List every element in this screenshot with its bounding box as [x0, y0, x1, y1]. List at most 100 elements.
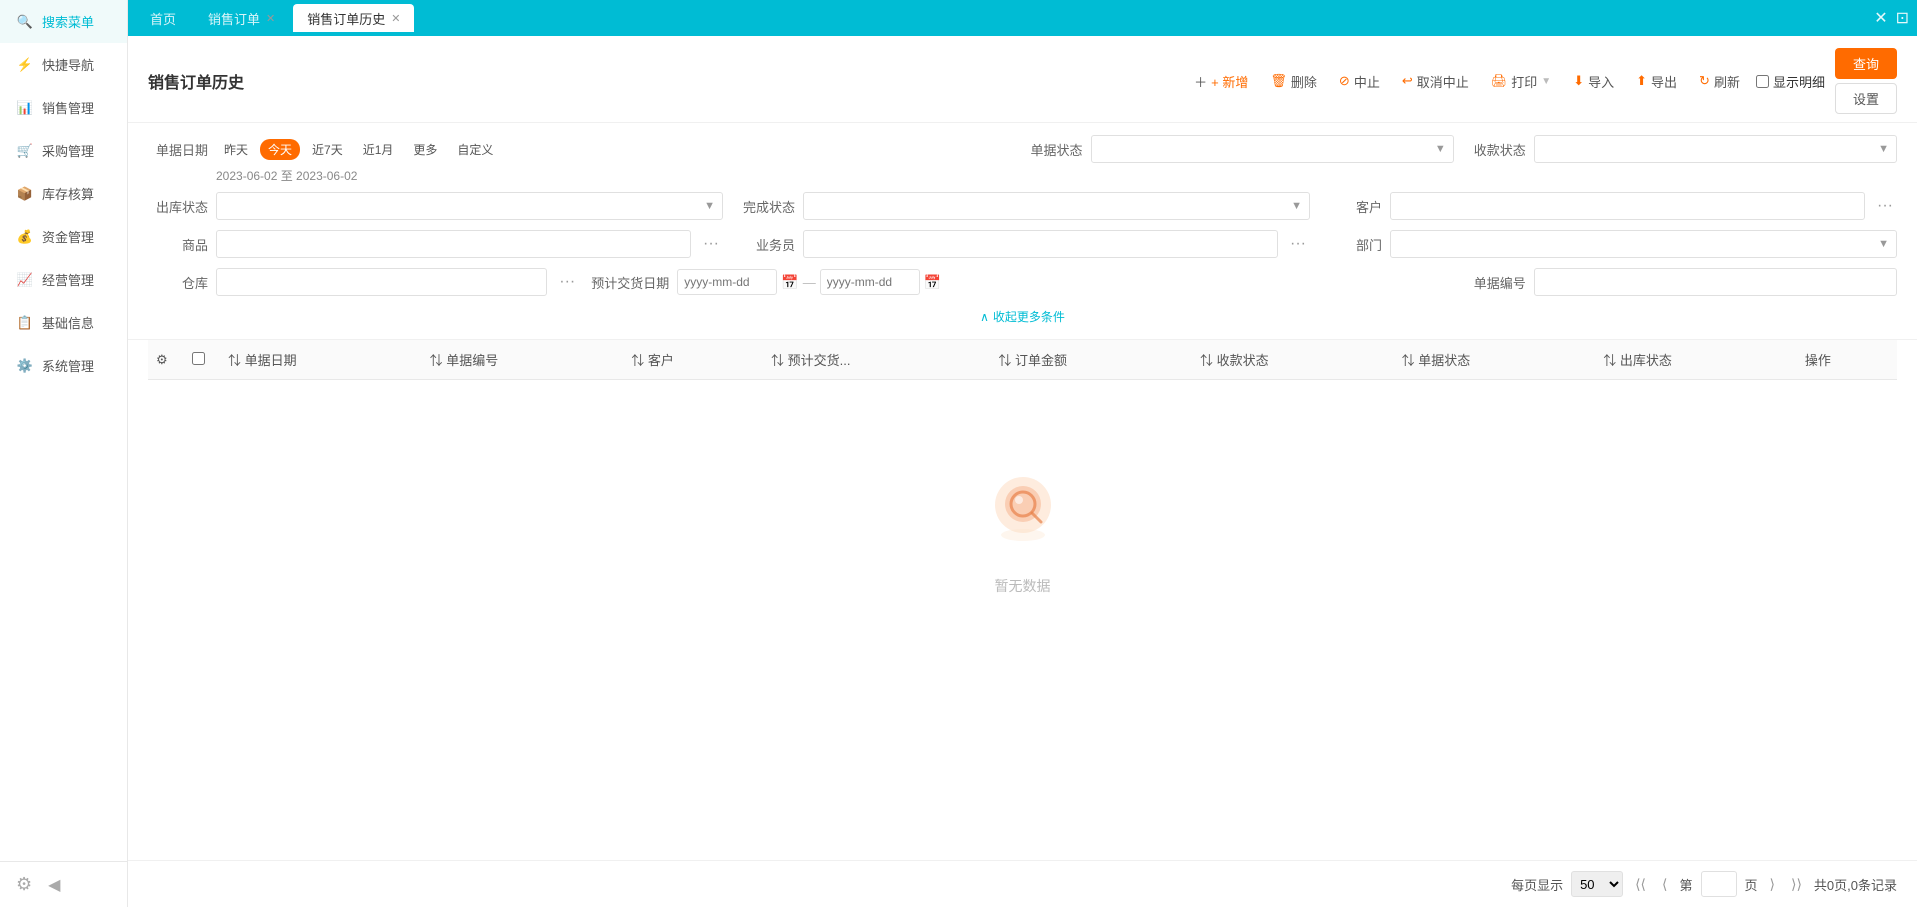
display-dense-checkbox[interactable] [1756, 75, 1769, 88]
sort-customer-icon[interactable]: ⇅ [631, 353, 644, 368]
tab-sales-order-history-close[interactable]: ✕ [391, 12, 400, 25]
expected-delivery-from[interactable] [677, 269, 777, 295]
sort-doc-date-icon[interactable]: ⇅ [228, 353, 241, 368]
page-label-prefix: 第 [1679, 875, 1692, 894]
prev-page-button[interactable]: ⟨ [1658, 874, 1671, 895]
empty-state: 暂无数据 [148, 380, 1897, 676]
sidebar-item-basic-info[interactable]: 📋 基础信息 [0, 301, 127, 344]
sort-doc-number-icon[interactable]: ⇅ [430, 353, 443, 368]
delivery-status-select-wrapper: ▼ [216, 192, 723, 220]
tab-sales-order[interactable]: 销售订单 ✕ [194, 4, 289, 32]
department-select-wrapper: ▼ [1390, 230, 1897, 258]
table-settings-icon[interactable]: ⚙ [156, 352, 168, 367]
sidebar-item-search[interactable]: 🔍 搜索菜单 [0, 0, 127, 43]
tab-sales-order-close[interactable]: ✕ [266, 12, 275, 25]
new-icon: ＋ [1194, 72, 1207, 91]
sort-payment-status-icon[interactable]: ⇅ [1200, 353, 1213, 368]
product-ellipsis-icon[interactable]: ··· [699, 235, 723, 253]
tab-bar-close-icon[interactable]: ✕ [1874, 8, 1887, 28]
sidebar-settings-icon[interactable]: ⚙ [16, 874, 32, 895]
first-page-button[interactable]: ⟨⟨ [1631, 874, 1650, 895]
last-page-button[interactable]: ⟩⟩ [1787, 874, 1806, 895]
doc-number-label: 单据编号 [1466, 273, 1526, 292]
filter-row-4: 仓库 ··· 预计交货日期 📅 — 📅 单据编号 [148, 268, 1897, 296]
next-page-button[interactable]: ⟩ [1766, 874, 1779, 895]
empty-text: 暂无数据 [995, 576, 1051, 596]
customer-input[interactable] [1390, 192, 1865, 220]
page-size-label: 每页显示 [1511, 875, 1563, 894]
warehouse-ellipsis-icon[interactable]: ··· [555, 273, 579, 291]
sidebar-item-finance[interactable]: 💰 资金管理 [0, 215, 127, 258]
filter-product: 商品 ··· [148, 230, 723, 258]
tab-sales-order-history[interactable]: 销售订单历史 ✕ [293, 4, 414, 32]
sort-delivery-status-icon[interactable]: ⇅ [1603, 353, 1616, 368]
setting-button[interactable]: 设置 [1835, 83, 1897, 114]
date-chip-more[interactable]: 更多 [405, 139, 445, 160]
date-chip-yesterday[interactable]: 昨天 [216, 139, 256, 160]
th-settings: ⚙ [148, 340, 184, 380]
filter-expected-delivery: 预计交货日期 📅 — 📅 [591, 269, 1454, 295]
sidebar-collapse-icon[interactable]: ◀ [48, 875, 60, 895]
warehouse-input[interactable] [216, 268, 547, 296]
export-button[interactable]: ⬆ 导出 [1630, 68, 1683, 95]
salesperson-input[interactable] [803, 230, 1278, 258]
filter-department: 部门 ▼ [1322, 230, 1897, 258]
doc-status-select[interactable] [1091, 135, 1454, 163]
th-checkbox [184, 340, 220, 380]
date-chip-today[interactable]: 今天 [260, 139, 300, 160]
page-size-select[interactable]: 50 10 20 100 [1571, 871, 1623, 897]
date-range-text: 2023-06-02 至 2023-06-02 [216, 169, 357, 183]
payment-status-select-wrapper: ▼ [1534, 135, 1897, 163]
tab-bar-restore-icon[interactable]: ⊡ [1896, 8, 1909, 28]
search-menu-icon: 🔍 [16, 13, 34, 31]
date-chip-custom[interactable]: 自定义 [449, 139, 501, 160]
calendar-from-icon[interactable]: 📅 [781, 274, 798, 291]
collapse-button[interactable]: ∧ 收起更多条件 [148, 306, 1897, 327]
salesperson-ellipsis-icon[interactable]: ··· [1286, 235, 1310, 253]
tab-home[interactable]: 首页 [136, 4, 190, 32]
chevron-up-icon: ∧ [980, 310, 989, 324]
expected-delivery-to[interactable] [820, 269, 920, 295]
refresh-button[interactable]: ↻ 刷新 [1693, 68, 1746, 95]
product-input[interactable] [216, 230, 691, 258]
filter-date: 单据日期 昨天 今天 近7天 近1月 更多 自定义 [148, 139, 1011, 160]
th-expected-delivery: ⇅ 预计交货... [763, 340, 990, 380]
cancel-stop-button[interactable]: ↩ 取消中止 [1396, 68, 1475, 95]
sidebar-item-sales[interactable]: 📊 销售管理 [0, 86, 127, 129]
th-doc-date: ⇅ 单据日期 [220, 340, 422, 380]
page-number-input[interactable]: 1 [1701, 871, 1737, 897]
display-dense-checkbox-label[interactable]: 显示明细 [1756, 72, 1825, 91]
select-all-checkbox[interactable] [192, 352, 205, 365]
export-icon: ⬆ [1636, 73, 1647, 89]
complete-status-select[interactable] [803, 192, 1310, 220]
sidebar-item-quick-nav[interactable]: ⚡ 快捷导航 [0, 43, 127, 86]
sidebar-item-operations[interactable]: 📈 经营管理 [0, 258, 127, 301]
print-icon: 🖨 [1491, 73, 1508, 89]
doc-number-input[interactable] [1534, 268, 1897, 296]
sort-doc-status-icon[interactable]: ⇅ [1402, 353, 1415, 368]
date-chip-1month[interactable]: 近1月 [355, 139, 402, 160]
department-select[interactable] [1390, 230, 1897, 258]
payment-status-select[interactable] [1534, 135, 1897, 163]
new-button[interactable]: ＋ + 新增 [1188, 68, 1254, 95]
stop-button[interactable]: ⊘ 中止 [1333, 68, 1386, 95]
sort-order-amount-icon[interactable]: ⇅ [998, 353, 1011, 368]
import-button[interactable]: ⬇ 导入 [1567, 68, 1620, 95]
print-button[interactable]: 🖨 打印 ▼ [1485, 68, 1557, 95]
query-button[interactable]: 查询 [1835, 48, 1897, 79]
sort-expected-delivery-icon[interactable]: ⇅ [771, 353, 784, 368]
sidebar-item-sys-mgmt[interactable]: ⚙️ 系统管理 [0, 344, 127, 387]
delete-button[interactable]: 🗑 删除 [1264, 68, 1323, 95]
customer-ellipsis-icon[interactable]: ··· [1873, 197, 1897, 215]
sidebar-item-inventory[interactable]: 📦 库存核算 [0, 172, 127, 215]
tab-bar-right: ✕ ⊡ [1874, 8, 1909, 28]
doc-status-label: 单据状态 [1023, 140, 1083, 159]
filter-warehouse: 仓库 ··· [148, 268, 579, 296]
date-chip-7days[interactable]: 近7天 [304, 139, 351, 160]
th-payment-status: ⇅ 收款状态 [1192, 340, 1394, 380]
sidebar-item-purchase[interactable]: 🛒 采购管理 [0, 129, 127, 172]
th-delivery-status: ⇅ 出库状态 [1595, 340, 1797, 380]
calendar-to-icon[interactable]: 📅 [924, 274, 941, 291]
filter-area: 单据日期 昨天 今天 近7天 近1月 更多 自定义 单据状态 [128, 123, 1917, 340]
delivery-status-select[interactable] [216, 192, 723, 220]
